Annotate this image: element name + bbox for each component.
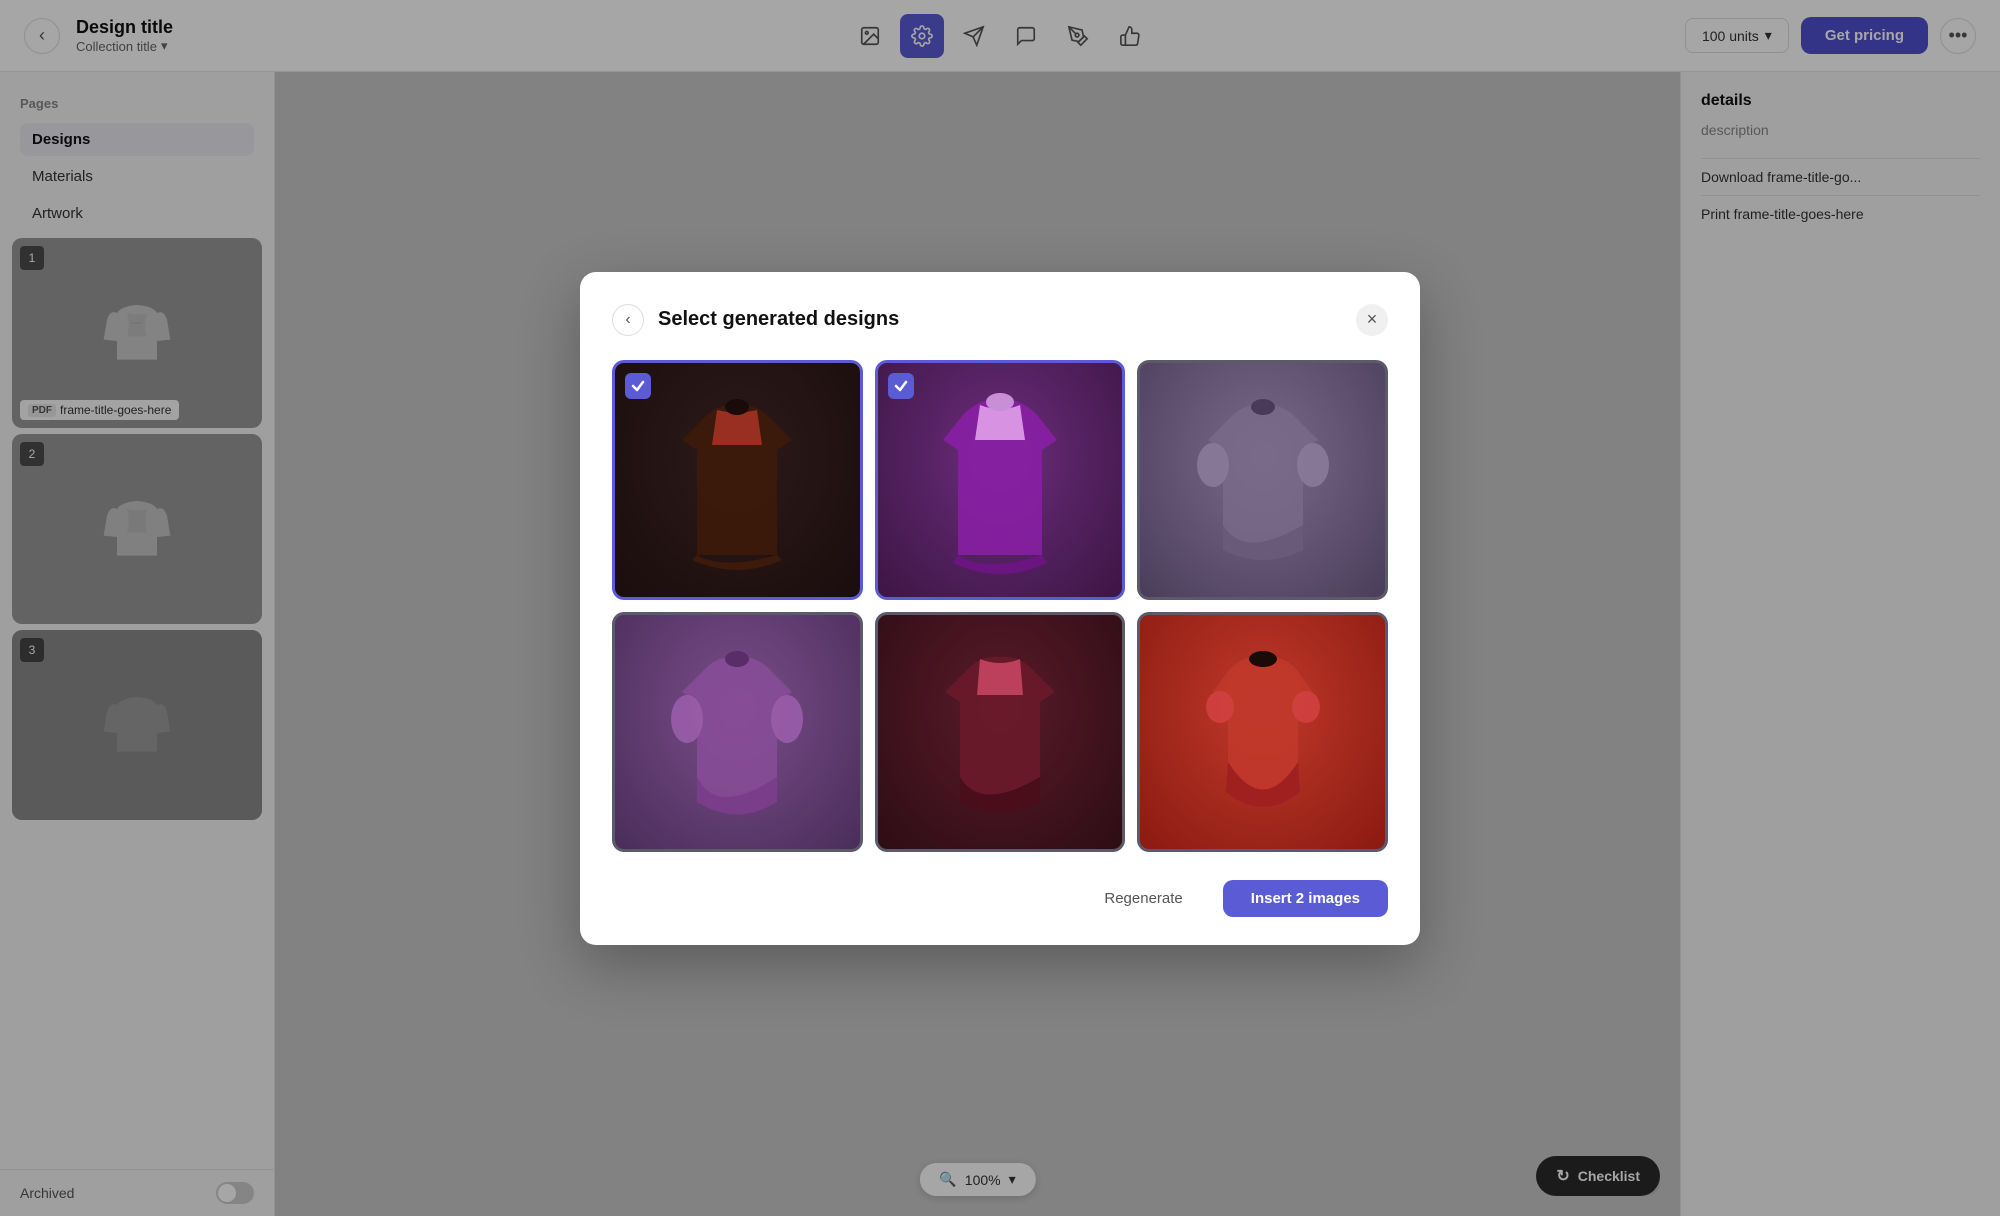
design-card-6[interactable] [1137, 612, 1388, 852]
modal-close-button[interactable]: × [1356, 304, 1388, 336]
modal-header: ‹ Select generated designs × [612, 304, 1388, 336]
modal-overlay[interactable]: ‹ Select generated designs × [0, 0, 2000, 1216]
garment-image-1 [615, 363, 860, 597]
modal-header-left: ‹ Select generated designs [612, 304, 899, 336]
design-card-check-2 [888, 373, 914, 399]
garment-image-6 [1140, 615, 1385, 849]
modal-back-icon: ‹ [625, 311, 630, 329]
design-card-check-1 [625, 373, 651, 399]
design-card-1[interactable] [612, 360, 863, 600]
modal-close-icon: × [1367, 309, 1378, 330]
modal-back-button[interactable]: ‹ [612, 304, 644, 336]
insert-images-button[interactable]: Insert 2 images [1223, 880, 1388, 917]
garment-image-4 [615, 615, 860, 849]
design-card-2[interactable] [875, 360, 1126, 600]
modal-dialog: ‹ Select generated designs × [580, 272, 1420, 945]
modal-design-grid [612, 360, 1388, 852]
garment-image-5 [878, 615, 1123, 849]
garment-image-2 [878, 363, 1123, 597]
design-card-4[interactable] [612, 612, 863, 852]
modal-footer: Regenerate Insert 2 images [612, 880, 1388, 917]
design-card-5[interactable] [875, 612, 1126, 852]
garment-image-3 [1140, 363, 1385, 597]
modal-title: Select generated designs [658, 308, 899, 331]
design-card-3[interactable] [1137, 360, 1388, 600]
regenerate-button[interactable]: Regenerate [1080, 880, 1206, 917]
